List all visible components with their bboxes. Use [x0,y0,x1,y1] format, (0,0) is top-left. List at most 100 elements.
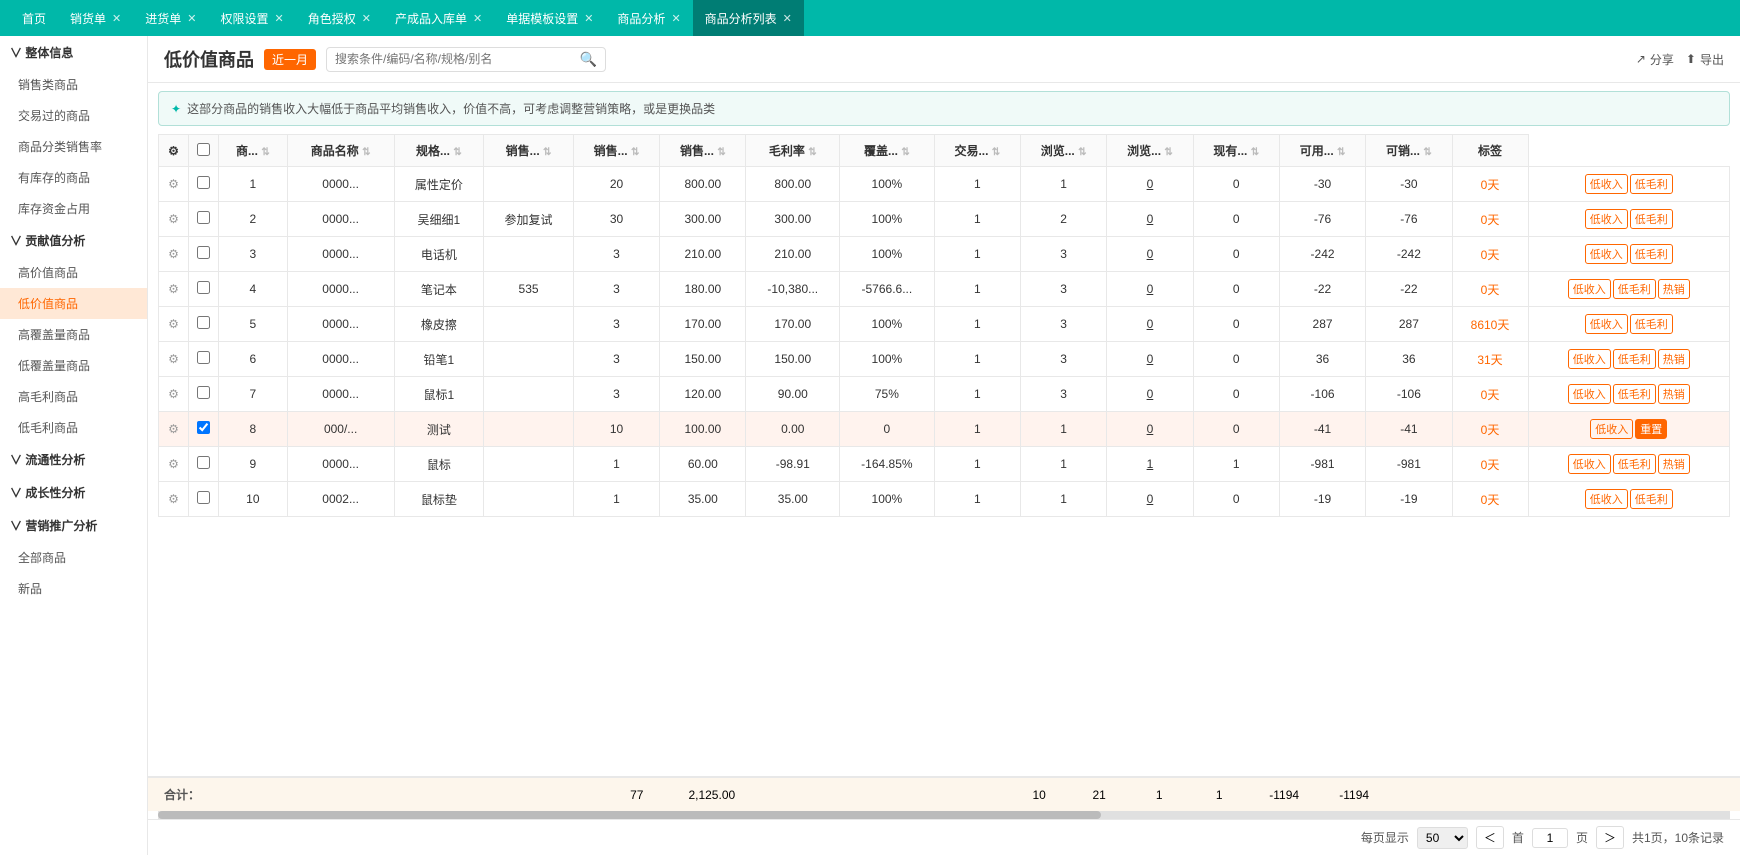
next-page-button[interactable]: ＞ [1596,826,1624,849]
checkbox-cell[interactable] [189,342,219,377]
scrollbar-thumb[interactable] [158,811,1101,819]
tag-label[interactable]: 低收入 [1568,454,1611,474]
sort-icon[interactable]: ⇅ [362,147,370,158]
nav-home[interactable]: 首页 [10,0,58,36]
page-input[interactable] [1532,828,1568,848]
sidebar-item-category-sales-rate[interactable]: 商品分类销售率 [0,131,147,162]
tag-label[interactable]: 热销 [1658,349,1690,369]
row-checkbox[interactable] [197,316,210,329]
checkbox-cell[interactable] [189,412,219,447]
row-checkbox[interactable] [197,211,210,224]
nav-permission-settings[interactable]: 权限设置 ✕ [208,0,295,36]
export-button[interactable]: ⬆ 导出 [1686,51,1724,68]
checkbox-cell[interactable] [189,272,219,307]
settings-cell[interactable]: ⚙ [159,342,189,377]
row-checkbox[interactable] [197,176,210,189]
close-icon[interactable]: ✕ [783,12,792,25]
browse1-cell[interactable]: 0 [1107,167,1193,202]
tag-label[interactable]: 低毛利 [1630,174,1673,194]
close-icon[interactable]: ✕ [362,12,371,25]
checkbox-cell[interactable] [189,482,219,517]
sidebar-item-all-products[interactable]: 全部商品 [0,542,147,573]
close-icon[interactable]: ✕ [275,12,284,25]
share-button[interactable]: ↗ 分享 [1636,51,1674,68]
tag-label[interactable]: 低收入 [1590,419,1633,439]
sidebar-group-growth[interactable]: ∨ 成长性分析 [0,476,147,509]
period-tag[interactable]: 近一月 [264,49,316,70]
close-icon[interactable]: ✕ [112,12,121,25]
tag-label[interactable]: 低收入 [1585,314,1628,334]
tag-label[interactable]: 低毛利 [1613,349,1656,369]
sort-icon[interactable]: ⇅ [1078,147,1086,158]
tag-label[interactable]: 低毛利 [1613,454,1656,474]
sidebar-item-low-value[interactable]: 低价值商品 [0,288,147,319]
row-checkbox[interactable] [197,491,210,504]
checkbox-cell[interactable] [189,377,219,412]
nav-product-analysis[interactable]: 商品分析 ✕ [605,0,692,36]
row-checkbox[interactable] [197,246,210,259]
sort-icon[interactable]: ⇅ [261,147,269,158]
browse1-cell[interactable]: 0 [1107,237,1193,272]
browse1-cell[interactable]: 1 [1107,447,1193,482]
tag-label[interactable]: 低毛利 [1630,209,1673,229]
row-checkbox[interactable] [197,281,210,294]
browse1-cell[interactable]: 0 [1107,412,1193,447]
sort-icon[interactable]: ⇅ [543,147,551,158]
tag-label[interactable]: 重置 [1635,419,1667,439]
sort-icon[interactable]: ⇅ [992,147,1000,158]
sort-icon[interactable]: ⇅ [453,147,461,158]
checkbox-cell[interactable] [189,237,219,272]
row-checkbox[interactable] [197,386,210,399]
browse1-cell[interactable]: 0 [1107,377,1193,412]
search-box[interactable]: 🔍 [326,47,606,72]
nav-role-auth[interactable]: 角色授权 ✕ [296,0,383,36]
sidebar-item-low-coverage[interactable]: 低覆盖量商品 [0,350,147,381]
settings-cell[interactable]: ⚙ [159,377,189,412]
settings-cell[interactable]: ⚙ [159,202,189,237]
settings-cell[interactable]: ⚙ [159,237,189,272]
browse1-cell[interactable]: 0 [1107,342,1193,377]
browse1-cell[interactable]: 0 [1107,307,1193,342]
tag-label[interactable]: 热销 [1658,279,1690,299]
close-icon[interactable]: ✕ [671,12,680,25]
sort-icon[interactable]: ⇅ [717,147,725,158]
search-icon[interactable]: 🔍 [580,51,597,68]
sidebar-group-marketing[interactable]: ∨ 营销推广分析 [0,509,147,542]
sort-icon[interactable]: ⇅ [1164,147,1172,158]
tag-label[interactable]: 低收入 [1585,174,1628,194]
settings-cell[interactable]: ⚙ [159,482,189,517]
browse1-cell[interactable]: 0 [1107,202,1193,237]
tag-label[interactable]: 低毛利 [1613,279,1656,299]
nav-purchase-order[interactable]: 进货单 ✕ [133,0,208,36]
tag-label[interactable]: 低收入 [1568,279,1611,299]
tag-label[interactable]: 低收入 [1585,244,1628,264]
checkbox-column-header[interactable] [189,135,219,167]
close-icon[interactable]: ✕ [584,12,593,25]
checkbox-cell[interactable] [189,447,219,482]
sidebar-item-high-coverage[interactable]: 高覆盖量商品 [0,319,147,350]
sort-icon[interactable]: ⇅ [631,147,639,158]
settings-cell[interactable]: ⚙ [159,307,189,342]
tag-label[interactable]: 低毛利 [1630,244,1673,264]
close-icon[interactable]: ✕ [473,12,482,25]
tag-label[interactable]: 低毛利 [1630,314,1673,334]
sidebar-item-new-products[interactable]: 新品 [0,573,147,604]
checkbox-cell[interactable] [189,202,219,237]
sidebar-item-stock-products[interactable]: 有库存的商品 [0,162,147,193]
sidebar-item-traded-products[interactable]: 交易过的商品 [0,100,147,131]
checkbox-cell[interactable] [189,167,219,202]
settings-cell[interactable]: ⚙ [159,272,189,307]
sidebar-item-high-margin[interactable]: 高毛利商品 [0,381,147,412]
sidebar-item-high-value[interactable]: 高价值商品 [0,257,147,288]
sort-icon[interactable]: ⇅ [1337,147,1345,158]
tag-label[interactable]: 低毛利 [1613,384,1656,404]
browse1-cell[interactable]: 0 [1107,272,1193,307]
row-checkbox[interactable] [197,351,210,364]
tag-label[interactable]: 低收入 [1568,384,1611,404]
tag-label[interactable]: 低毛利 [1630,489,1673,509]
nav-product-analysis-list[interactable]: 商品分析列表 ✕ [693,0,804,36]
settings-cell[interactable]: ⚙ [159,447,189,482]
sidebar-group-overall[interactable]: ∨ 整体信息 [0,36,147,69]
sidebar-group-contribution[interactable]: ∨ 贡献值分析 [0,224,147,257]
sort-icon[interactable]: ⇅ [808,147,816,158]
